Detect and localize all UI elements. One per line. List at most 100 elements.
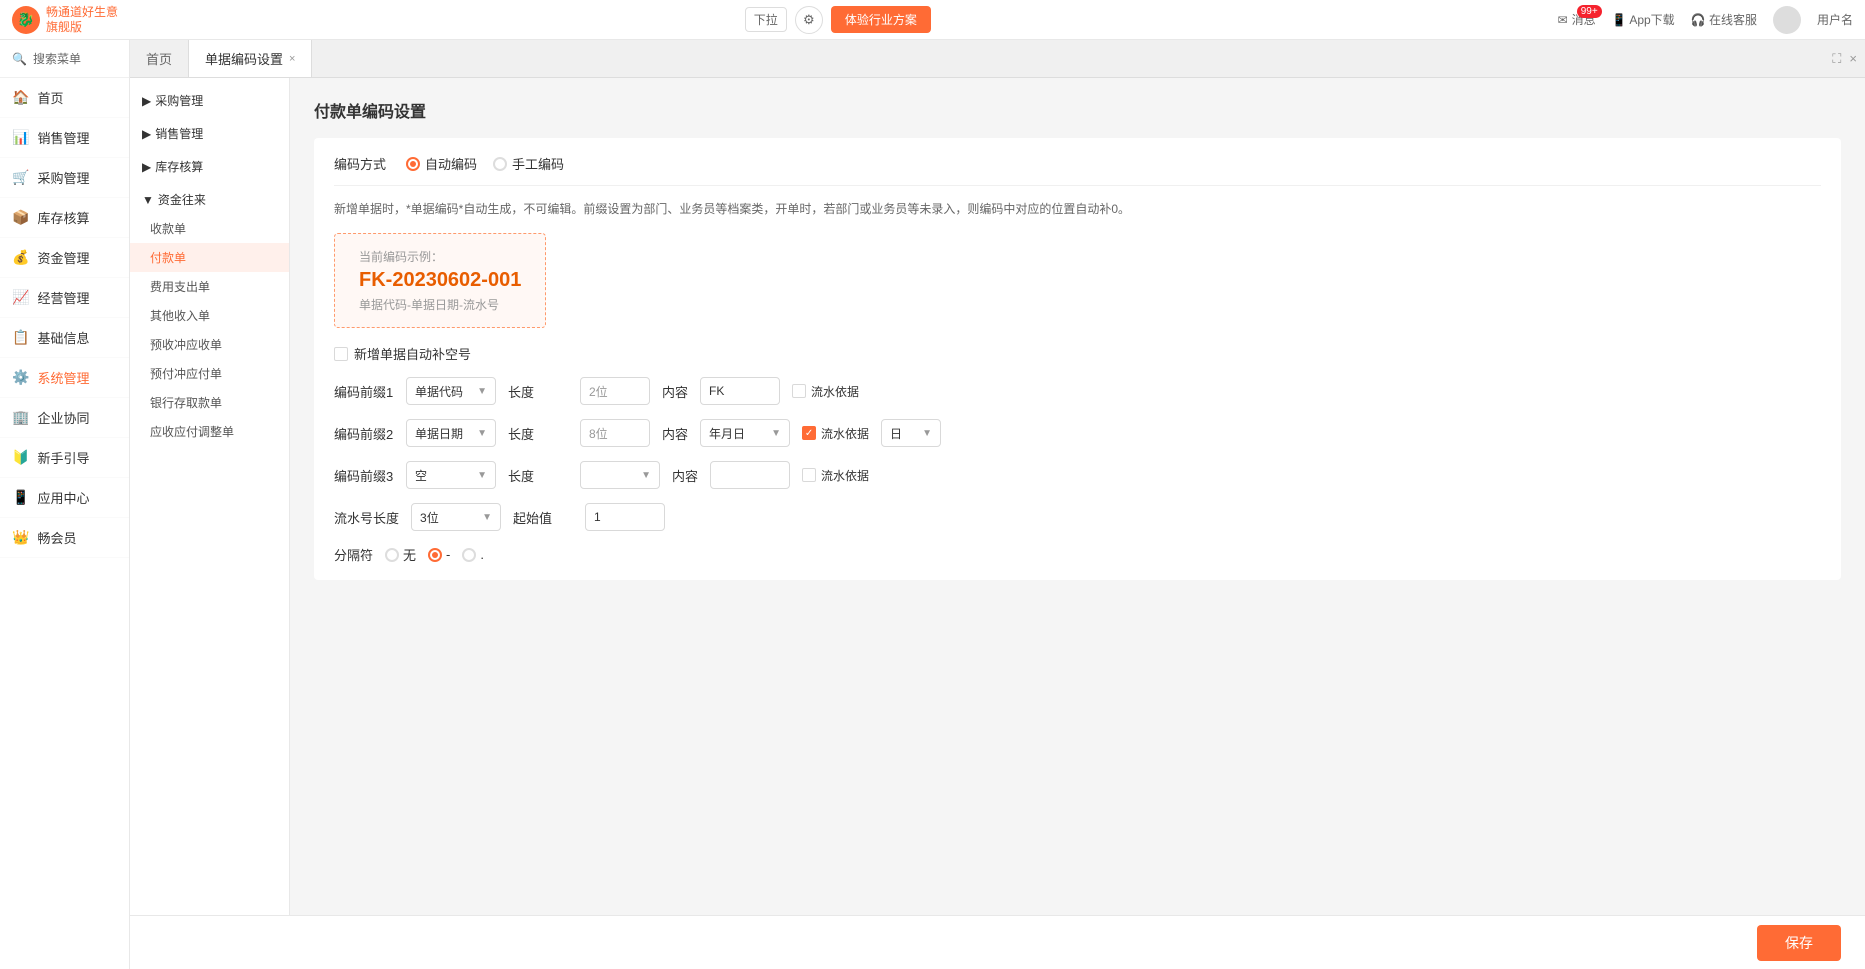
avatar [1773, 6, 1801, 34]
sidebar-item-enterprise[interactable]: 🏢 企业协同 [0, 398, 129, 438]
start-val-input[interactable]: 1 [585, 503, 665, 531]
content3-label: 内容 [672, 466, 698, 485]
group-inventory-title[interactable]: ▶ 库存核算 [130, 152, 289, 181]
len1-label: 长度 [508, 382, 568, 401]
window-maximize-icon[interactable]: ⛶ [1832, 51, 1841, 67]
encode-radio-group: 自动编码 手工编码 [406, 154, 564, 173]
chevron-down-icon-6: ▼ [641, 470, 651, 481]
app-download-button[interactable]: 📱 App下载 [1612, 11, 1675, 28]
window-close-icon[interactable]: × [1849, 51, 1857, 66]
app-icon: 📱 [1612, 13, 1627, 27]
prefix1-label: 编码前缀1 [334, 382, 394, 401]
waterflow3-check[interactable] [802, 468, 816, 482]
industry-button[interactable]: 体验行业方案 [831, 6, 931, 33]
group-fund-title[interactable]: ▼ 资金往来 [130, 185, 289, 214]
sec-sidebar-item-adjust[interactable]: 应收应付调整单 [130, 417, 289, 446]
encode-method-label: 编码方式 [334, 154, 386, 173]
content2-select[interactable]: 年月日 ▼ [700, 419, 790, 447]
tab-home[interactable]: 首页 [130, 40, 189, 77]
prefix3-label: 编码前缀3 [334, 466, 394, 485]
chevron-down-icon-2: ▼ [477, 428, 487, 439]
service-icon: 🎧 [1691, 13, 1706, 27]
online-service-button[interactable]: 🎧 在线客服 [1691, 11, 1757, 28]
apps-icon: 📱 [12, 489, 29, 506]
start-val-label: 起始值 [513, 508, 573, 527]
sep-dot-radio[interactable] [462, 548, 476, 562]
group-sales-title[interactable]: ▶ 销售管理 [130, 119, 289, 148]
manual-encode-radio[interactable] [493, 157, 507, 171]
sidebar-item-home[interactable]: 🏠 首页 [0, 78, 129, 118]
prefix1-row: 编码前缀1 单据代码 ▼ 长度 2位 内容 FK 流水依据 [334, 377, 1821, 405]
home-icon: 🏠 [12, 89, 29, 106]
chevron-down-icon: ▼ [477, 386, 487, 397]
sec-sidebar-item-pre-recv-offset[interactable]: 预收冲应收单 [130, 330, 289, 359]
secondary-sidebar: ▶ 采购管理 ▶ 销售管理 ▶ 库存核算 ▼ 资金往来 收款单 付款单 费用支出… [130, 78, 290, 969]
group-purchase-arrow: ▶ [142, 94, 151, 108]
topbar: 🐉 畅通道好生意 旗舰版 下拉 ⚙ 体验行业方案 ✉ 消息 99+ 📱 App下… [0, 0, 1865, 40]
sidebar-item-purchase[interactable]: 🛒 采购管理 [0, 158, 129, 198]
serial-len-select[interactable]: 3位 ▼ [411, 503, 501, 531]
topbar-dropdown[interactable]: 下拉 [745, 7, 787, 32]
group-purchase: ▶ 采购管理 [130, 86, 289, 115]
sidebar-item-apps[interactable]: 📱 应用中心 [0, 478, 129, 518]
tab-encode-settings[interactable]: 单据编码设置 × [189, 40, 312, 77]
sidebar-item-basic[interactable]: 📋 基础信息 [0, 318, 129, 358]
sec-sidebar-item-payment[interactable]: 付款单 [130, 243, 289, 272]
search-menu[interactable]: 🔍 搜索菜单 [0, 40, 129, 78]
enterprise-icon: 🏢 [12, 409, 29, 426]
sec-sidebar-item-pre-pay-offset[interactable]: 预付冲应付单 [130, 359, 289, 388]
sep-dot-option[interactable]: . [462, 547, 484, 562]
encode-method-row: 编码方式 自动编码 手工编码 [334, 154, 1821, 186]
sidebar-item-operation[interactable]: 📈 经营管理 [0, 278, 129, 318]
logo-text: 畅通道好生意 旗舰版 [46, 5, 118, 34]
len3-select[interactable]: ▼ [580, 461, 660, 489]
auto-encode-option[interactable]: 自动编码 [406, 154, 477, 173]
manual-encode-option[interactable]: 手工编码 [493, 154, 564, 173]
sep-options: 无 - . [385, 545, 484, 564]
sec-sidebar-item-receipt[interactable]: 收款单 [130, 214, 289, 243]
group-sales: ▶ 销售管理 [130, 119, 289, 148]
message-icon: ✉ [1558, 13, 1568, 27]
sep-dash-radio[interactable] [428, 548, 442, 562]
prefix1-select[interactable]: 单据代码 ▼ [406, 377, 496, 405]
tabbar-actions: ⛶ × [1824, 40, 1865, 77]
group-inventory: ▶ 库存核算 [130, 152, 289, 181]
sidebar-item-finance[interactable]: 💰 资金管理 [0, 238, 129, 278]
save-button[interactable]: 保存 [1757, 925, 1841, 961]
waterflow2-check[interactable] [802, 426, 816, 440]
preview-desc: 单据代码-单据日期-流水号 [359, 296, 521, 313]
topbar-settings-icon[interactable]: ⚙ [795, 6, 823, 34]
sec-sidebar-item-bank[interactable]: 银行存取款单 [130, 388, 289, 417]
auto-fill-checkbox[interactable] [334, 347, 348, 361]
waterflow2-unit-select[interactable]: 日 ▼ [881, 419, 941, 447]
chevron-down-icon-3: ▼ [771, 428, 781, 439]
auto-fill-row: 新增单据自动补空号 [334, 344, 1821, 363]
sec-sidebar-item-expense[interactable]: 费用支出单 [130, 272, 289, 301]
group-purchase-title[interactable]: ▶ 采购管理 [130, 86, 289, 115]
auto-encode-radio[interactable] [406, 157, 420, 171]
sec-sidebar-item-other-income[interactable]: 其他收入单 [130, 301, 289, 330]
prefix3-select[interactable]: 空 ▼ [406, 461, 496, 489]
main-section: 编码方式 自动编码 手工编码 新增单据时，*单据编码*自动生成，不可编辑。前缀设… [314, 138, 1841, 580]
len2-label: 长度 [508, 424, 568, 443]
sep-dash-option[interactable]: - [428, 547, 450, 562]
sidebar-item-inventory[interactable]: 📦 库存核算 [0, 198, 129, 238]
sidebar-item-system[interactable]: ⚙️ 系统管理 [0, 358, 129, 398]
bottom-bar: 保存 [130, 915, 1865, 969]
sidebar-item-sales[interactable]: 📊 销售管理 [0, 118, 129, 158]
preview-box: 当前编码示例： FK-20230602-001 单据代码-单据日期-流水号 [334, 233, 546, 328]
sidebar-item-member[interactable]: 👑 畅会员 [0, 518, 129, 558]
sep-none-radio[interactable] [385, 548, 399, 562]
chevron-down-icon-4: ▼ [922, 428, 932, 439]
sep-none-option[interactable]: 无 [385, 545, 416, 564]
sidebar-item-guide[interactable]: 🔰 新手引导 [0, 438, 129, 478]
preview-label: 当前编码示例： [359, 248, 521, 265]
prefix2-select[interactable]: 单据日期 ▼ [406, 419, 496, 447]
tab-close-icon[interactable]: × [289, 53, 295, 65]
waterflow1-check[interactable] [792, 384, 806, 398]
content2-label: 内容 [662, 424, 688, 443]
waterflow3-checkbox: 流水依据 [802, 467, 869, 484]
message-button[interactable]: ✉ 消息 99+ [1558, 11, 1596, 28]
sales-icon: 📊 [12, 129, 29, 146]
topbar-left: 🐉 畅通道好生意 旗舰版 [12, 5, 118, 34]
